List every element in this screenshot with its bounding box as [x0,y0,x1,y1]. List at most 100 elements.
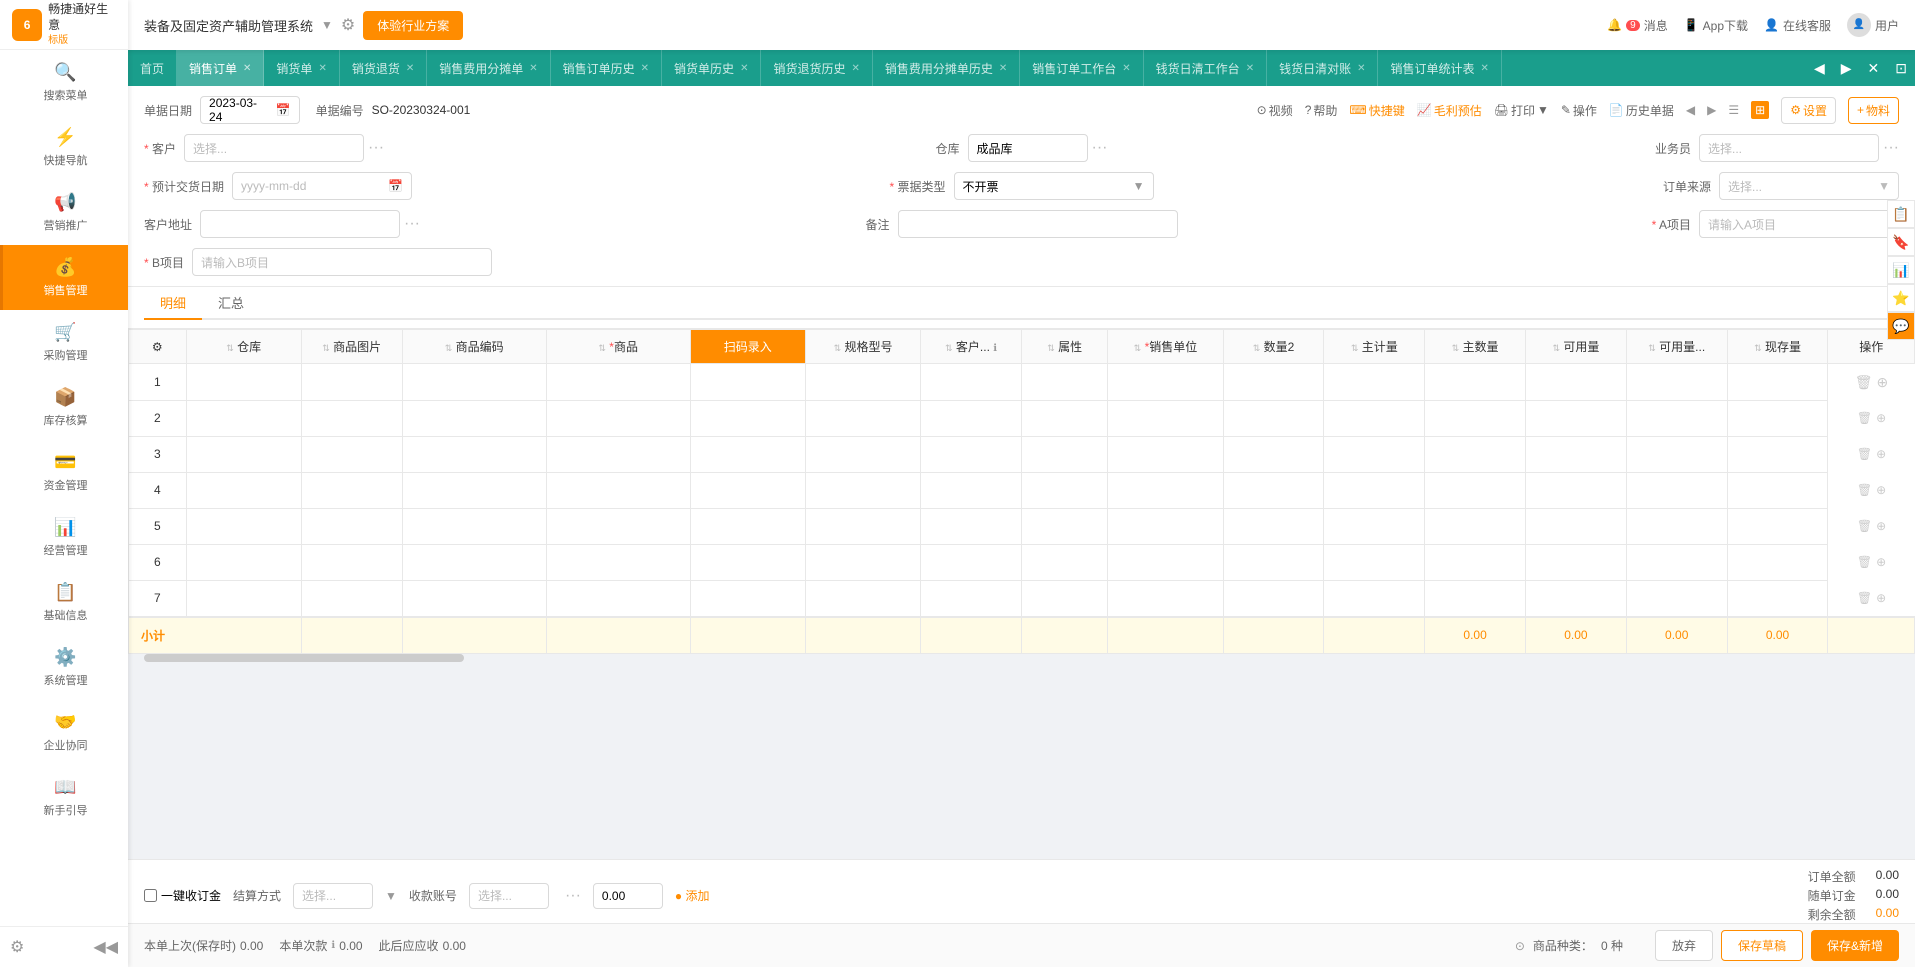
settings-btn[interactable]: ⚙ 设置 [1781,97,1836,124]
tab-next-btn[interactable]: ▶ [1833,50,1860,86]
settings-col-icon[interactable]: ⚙ [152,340,163,354]
one-click-checkbox[interactable] [144,889,157,902]
cell-attr-1[interactable] [1021,364,1107,401]
cell-scan-1[interactable] [690,364,805,401]
tab-close-icon[interactable]: ✕ [851,63,859,74]
cell-avail2-2[interactable] [1626,400,1727,436]
tab-order-workbench[interactable]: 销售订单工作台 ✕ [1020,50,1143,86]
cell-attr-2[interactable] [1021,400,1107,436]
customer-input[interactable]: 选择... [184,134,364,162]
cell-warehouse-1[interactable] [186,364,301,401]
cell-spec-1[interactable] [805,364,920,401]
tab-close-icon[interactable]: ✕ [529,63,537,74]
tab-order-stats[interactable]: 销售订单统计表 ✕ [1378,50,1501,86]
tab-daily-reconcile[interactable]: 钱货日清对账 ✕ [1267,50,1378,86]
tab-sales-order[interactable]: 销售订单 ✕ [177,50,264,86]
customer-address-input[interactable] [200,210,400,238]
card-view-icon[interactable]: ⊞ [1751,101,1769,119]
cell-spec-2[interactable] [805,400,920,436]
tab-daily-workbench[interactable]: 钱货日清工作台 ✕ [1144,50,1267,86]
tab-close-icon[interactable]: ✕ [243,63,251,74]
float-icon-5[interactable]: 💬 [1887,312,1915,340]
tab-close-icon[interactable]: ✕ [1481,63,1489,74]
trial-btn[interactable]: 体验行业方案 [363,11,463,40]
grid-view-icon[interactable]: ☰ [1728,103,1739,117]
delivery-date-input[interactable]: yyyy-mm-dd 📅 [232,172,412,200]
nav-enterprise[interactable]: 🤝 企业协同 [0,700,128,765]
order-source-select[interactable]: 选择... ▼ [1719,172,1899,200]
user-avatar-item[interactable]: 👤 用户 [1847,13,1899,37]
tab-sales-invoice[interactable]: 销货单 ✕ [264,50,339,86]
float-icon-3[interactable]: 📊 [1887,256,1915,284]
nav-purchase[interactable]: 🛒 采购管理 [0,310,128,375]
salesperson-input[interactable]: 选择... [1699,134,1879,162]
invoice-type-select[interactable]: 不开票 ▼ [954,172,1154,200]
float-icon-4[interactable]: ⭐ [1887,284,1915,312]
col-settings[interactable]: ⚙ [129,330,187,364]
cell-code-2[interactable] [402,400,546,436]
app-download-item[interactable]: 📱 App下载 [1684,17,1748,34]
cell-cust-code-1[interactable] [921,364,1022,401]
customer-dots[interactable]: ··· [368,139,384,157]
float-icon-2[interactable]: 🔖 [1887,228,1915,256]
save-draft-btn[interactable]: 保存草稿 [1721,930,1803,961]
tab-menu-btn[interactable]: ⊡ [1887,50,1915,86]
scrollbar-area[interactable] [128,654,1915,662]
tab-expense-split[interactable]: 销售费用分摊单 ✕ [427,50,550,86]
view-btn[interactable]: ⊙ 视频 [1257,102,1293,119]
nav-quick[interactable]: ⚡ 快捷导航 [0,115,128,180]
amount-input[interactable]: 0.00 [593,883,663,909]
cell-main-qty-2[interactable] [1425,400,1526,436]
delete-icon-2[interactable]: 🗑 [1857,411,1872,425]
tab-home[interactable]: 首页 [128,50,177,86]
b-project-input[interactable]: 请输入B项目 [192,248,492,276]
cell-img-2[interactable] [301,400,402,436]
copy-icon-2[interactable]: ⊕ [1876,411,1886,425]
col-scan[interactable]: 扫码录入 [690,330,805,364]
profit-btn[interactable]: 📈 毛利预估 [1417,102,1482,119]
salesperson-dots[interactable]: ··· [1883,139,1899,157]
settings-header-icon[interactable]: ⚙ [341,15,355,35]
copy-icon-1[interactable]: ⊕ [1877,374,1889,391]
receipt-account-select[interactable]: 选择... [469,883,549,909]
tab-expense-history[interactable]: 销售费用分摊单历史 ✕ [873,50,1020,86]
tab-close-icon[interactable]: ✕ [1246,63,1254,74]
tab-close-icon[interactable]: ✕ [318,63,326,74]
cell-avail-2[interactable] [1526,400,1627,436]
a-project-input[interactable]: 请输入A项目 [1699,210,1899,238]
settings-bottom-icon[interactable]: ⚙ [10,937,24,957]
cell-img-1[interactable] [301,364,402,401]
nav-system[interactable]: ⚙️ 系统管理 [0,635,128,700]
cell-avail-1[interactable] [1526,364,1627,401]
cell-name-2[interactable] [546,400,690,436]
address-dots[interactable]: ··· [404,215,420,233]
cell-name-1[interactable] [546,364,690,401]
cell-stock-2[interactable] [1727,400,1828,436]
tab-prev-btn[interactable]: ◀ [1806,50,1833,86]
cell-main-unit-1[interactable] [1324,364,1425,401]
tab-close-icon[interactable]: ✕ [999,63,1007,74]
tab-close-icon[interactable]: ✕ [641,63,649,74]
tab-close-icon[interactable]: ✕ [1357,63,1365,74]
warehouse-dots[interactable]: ··· [1092,139,1108,157]
tab-return-history[interactable]: 销货退货历史 ✕ [761,50,872,86]
tab-close-icon[interactable]: ✕ [1122,63,1130,74]
tab-order-history[interactable]: 销售订单历史 ✕ [551,50,662,86]
cell-stock-1[interactable] [1727,364,1828,401]
cell-unit-2[interactable] [1108,400,1223,436]
dropdown-arrow-icon[interactable]: ▼ [321,18,333,32]
note-input[interactable] [898,210,1178,238]
cell-main-qty-1[interactable] [1425,364,1526,401]
nav-finance[interactable]: 💳 资金管理 [0,440,128,505]
shortcut-btn[interactable]: ⌨ 快捷键 [1349,102,1404,119]
cell-qty2-2[interactable] [1223,400,1324,436]
help-btn[interactable]: ? 帮助 [1305,102,1338,119]
add-btn[interactable]: ● 添加 [675,887,710,904]
cell-unit-1[interactable] [1108,364,1223,401]
notification-item[interactable]: 🔔 9 消息 [1607,17,1668,34]
cell-warehouse-2[interactable] [186,400,301,436]
nav-sales[interactable]: 💰 销售管理 [0,245,128,310]
discard-btn[interactable]: 放弃 [1655,930,1713,961]
cell-cust-2[interactable] [921,400,1022,436]
cell-scan-2[interactable] [690,400,805,436]
